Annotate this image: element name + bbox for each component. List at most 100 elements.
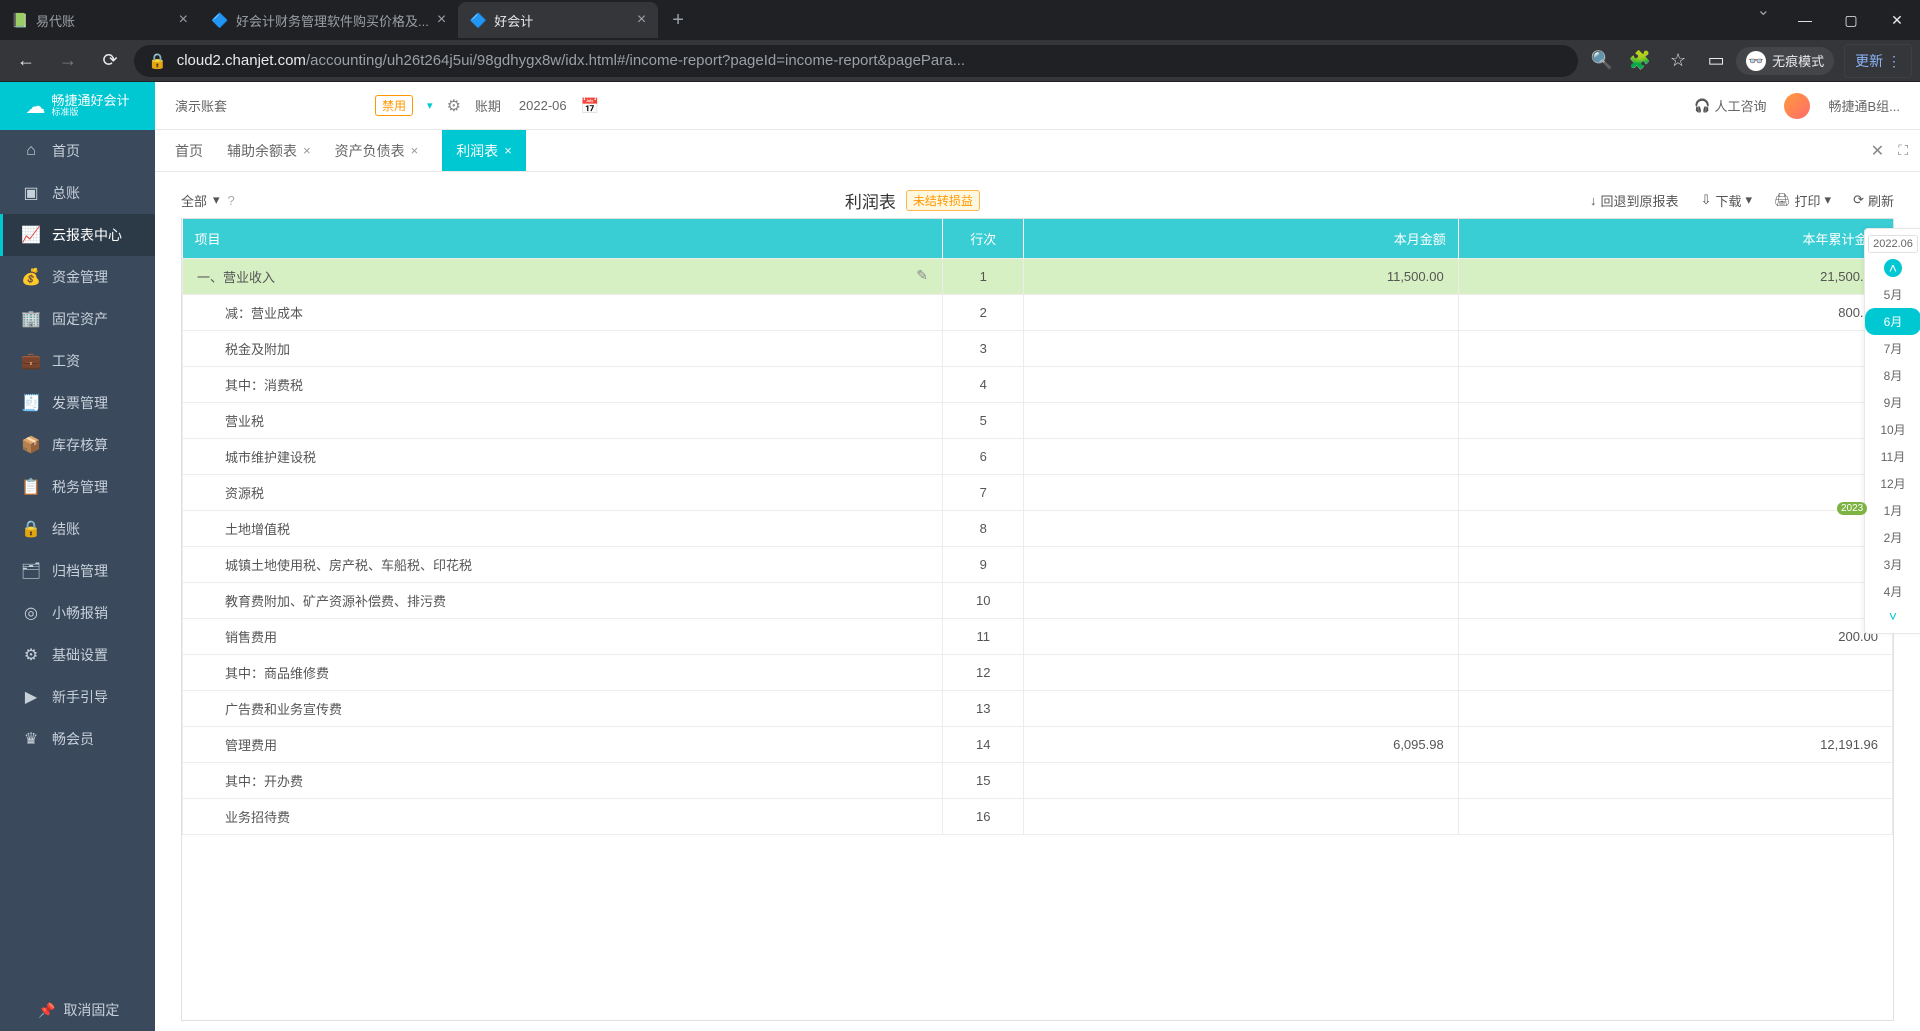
- gear-icon[interactable]: ⚙: [447, 96, 461, 116]
- sidebar-item-5[interactable]: 💼工资: [0, 340, 155, 382]
- sidebar-footer-unpin[interactable]: 📌 取消固定: [0, 989, 155, 1031]
- month-item[interactable]: 8月: [1865, 362, 1920, 389]
- filter-dropdown[interactable]: 全部▾: [181, 191, 220, 210]
- sidebar-item-13[interactable]: ▶新手引导: [0, 676, 155, 718]
- close-icon[interactable]: ×: [179, 11, 188, 29]
- cell-year: [1458, 583, 1892, 619]
- account-set-label[interactable]: 演示账套: [175, 96, 227, 115]
- table-row[interactable]: 城市维护建设税6: [183, 439, 1893, 475]
- sidebar-item-1[interactable]: ▣总账: [0, 172, 155, 214]
- close-icon[interactable]: ×: [303, 143, 311, 158]
- url-bar[interactable]: 🔒 cloud2.chanjet.com/accounting/uh26t264…: [134, 45, 1578, 77]
- sidebar-item-label: 小畅报销: [52, 603, 108, 623]
- month-item[interactable]: 6月: [1865, 308, 1920, 335]
- sidebar-item-9[interactable]: 🔒结账: [0, 508, 155, 550]
- sidebar-item-6[interactable]: 🧾发票管理: [0, 382, 155, 424]
- sidebar-item-14[interactable]: ♛畅会员: [0, 718, 155, 760]
- close-window-button[interactable]: ✕: [1874, 0, 1920, 40]
- forward-button[interactable]: →: [50, 43, 86, 79]
- year-label[interactable]: 2022.06: [1868, 235, 1918, 253]
- minimize-button[interactable]: ―: [1782, 0, 1828, 40]
- table-row[interactable]: 广告费和业务宣传费13: [183, 691, 1893, 727]
- zoom-icon[interactable]: 🔍: [1584, 43, 1620, 79]
- sidebar: ☁ 畅捷通好会计 标准版 ⌂首页▣总账📈云报表中心💰资金管理🏢固定资产💼工资🧾发…: [0, 82, 155, 1031]
- edit-icon[interactable]: ✎: [916, 267, 928, 284]
- update-button[interactable]: 更新 ⋮: [1844, 44, 1912, 78]
- close-icon[interactable]: ×: [437, 11, 446, 29]
- fullscreen-icon[interactable]: ⛶: [1898, 142, 1908, 159]
- user-name[interactable]: 畅捷通B组...: [1828, 96, 1900, 115]
- help-icon[interactable]: ?: [228, 193, 235, 208]
- sidebar-item-7[interactable]: 📦库存核算: [0, 424, 155, 466]
- table-row[interactable]: 管理费用146,095.9812,191.96: [183, 727, 1893, 763]
- chevron-down-icon[interactable]: ▾: [427, 99, 433, 112]
- browser-tab-0[interactable]: 📗 易代账 ×: [0, 2, 200, 38]
- month-item[interactable]: 3月: [1865, 551, 1920, 578]
- sidebar-item-4[interactable]: 🏢固定资产: [0, 298, 155, 340]
- month-item[interactable]: 5月: [1865, 281, 1920, 308]
- sidebar-item-0[interactable]: ⌂首页: [0, 130, 155, 172]
- table-row[interactable]: 城镇土地使用税、房产税、车船税、印花税9: [183, 547, 1893, 583]
- close-icon[interactable]: ×: [411, 143, 419, 158]
- table-row[interactable]: 教育费附加、矿产资源补偿费、排污费10: [183, 583, 1893, 619]
- extension-icon[interactable]: 🧩: [1622, 43, 1658, 79]
- avatar[interactable]: [1784, 93, 1810, 119]
- month-item[interactable]: 11月: [1865, 443, 1920, 470]
- table-row[interactable]: 资源税7: [183, 475, 1893, 511]
- sidebar-item-3[interactable]: 💰资金管理: [0, 256, 155, 298]
- close-icon[interactable]: ×: [637, 11, 646, 29]
- sidebar-item-11[interactable]: ◎小畅报销: [0, 592, 155, 634]
- month-item[interactable]: 4月: [1865, 578, 1920, 605]
- chevron-up-icon[interactable]: ˄: [1884, 259, 1902, 277]
- close-all-tabs-button[interactable]: ✕: [1871, 141, 1884, 161]
- reset-report-button[interactable]: ↓回退到原报表: [1590, 191, 1679, 210]
- reload-button[interactable]: ⟳: [92, 43, 128, 79]
- readlist-icon[interactable]: ▭: [1698, 43, 1734, 79]
- sidebar-item-2[interactable]: 📈云报表中心: [0, 214, 155, 256]
- page-tab-income-statement[interactable]: 利润表×: [442, 130, 526, 171]
- page-tab-aux-balance[interactable]: 辅助余额表×: [227, 130, 311, 171]
- month-item[interactable]: 1月2023: [1865, 497, 1920, 524]
- month-item[interactable]: 2月: [1865, 524, 1920, 551]
- table-row[interactable]: 营业税5: [183, 403, 1893, 439]
- new-tab-button[interactable]: +: [658, 9, 698, 32]
- print-button[interactable]: 🖨打印▾: [1774, 191, 1831, 210]
- toolbar-icons: 🔍 🧩 ☆ ▭ 👓 无痕模式 更新 ⋮: [1584, 43, 1912, 79]
- sidebar-item-10[interactable]: 🗂归档管理: [0, 550, 155, 592]
- table-row[interactable]: 其中：消费税4: [183, 367, 1893, 403]
- back-button[interactable]: ←: [8, 43, 44, 79]
- month-item[interactable]: 10月: [1865, 416, 1920, 443]
- browser-tab-1[interactable]: 🔷 好会计财务管理软件购买价格及... ×: [200, 2, 458, 38]
- chevron-down-icon[interactable]: ⌄: [1757, 0, 1782, 40]
- page-tab-home[interactable]: 首页: [175, 130, 203, 171]
- month-item[interactable]: 12月: [1865, 470, 1920, 497]
- table-row[interactable]: 其中：开办费15: [183, 763, 1893, 799]
- table-row[interactable]: 一、营业收入✎111,500.0021,500.00: [183, 259, 1893, 295]
- maximize-button[interactable]: ▢: [1828, 0, 1874, 40]
- table-row[interactable]: 业务招待费 16: [183, 799, 1893, 835]
- cell-rownum: 16: [943, 799, 1024, 835]
- browser-tab-2[interactable]: 🔷 好会计 ×: [458, 2, 658, 38]
- month-item[interactable]: 9月: [1865, 389, 1920, 416]
- download-button[interactable]: ⇩下载▾: [1701, 191, 1752, 210]
- cell-item: 业务招待费: [197, 810, 290, 825]
- period-value[interactable]: 2022-06: [519, 98, 567, 113]
- table-row[interactable]: 其中：商品维修费12: [183, 655, 1893, 691]
- undo-icon: ↓: [1590, 193, 1597, 208]
- table-row[interactable]: 销售费用11200.00: [183, 619, 1893, 655]
- support-button[interactable]: 🎧人工咨询: [1694, 96, 1766, 115]
- sidebar-icon: ♛: [22, 729, 40, 749]
- month-item[interactable]: 7月: [1865, 335, 1920, 362]
- page-tab-balance-sheet[interactable]: 资产负债表×: [335, 130, 419, 171]
- table-row[interactable]: 减：营业成本2800.00: [183, 295, 1893, 331]
- calendar-icon[interactable]: 📅: [581, 97, 600, 115]
- table-row[interactable]: 土地增值税8: [183, 511, 1893, 547]
- close-icon[interactable]: ×: [504, 143, 512, 158]
- star-icon[interactable]: ☆: [1660, 43, 1696, 79]
- table-row[interactable]: 税金及附加3: [183, 331, 1893, 367]
- refresh-button[interactable]: ⟳刷新: [1853, 191, 1894, 210]
- sidebar-item-8[interactable]: 📋税务管理: [0, 466, 155, 508]
- app-logo[interactable]: ☁ 畅捷通好会计 标准版: [0, 82, 155, 130]
- chevron-down-icon[interactable]: ˅: [1886, 605, 1900, 627]
- sidebar-item-12[interactable]: ⚙基础设置: [0, 634, 155, 676]
